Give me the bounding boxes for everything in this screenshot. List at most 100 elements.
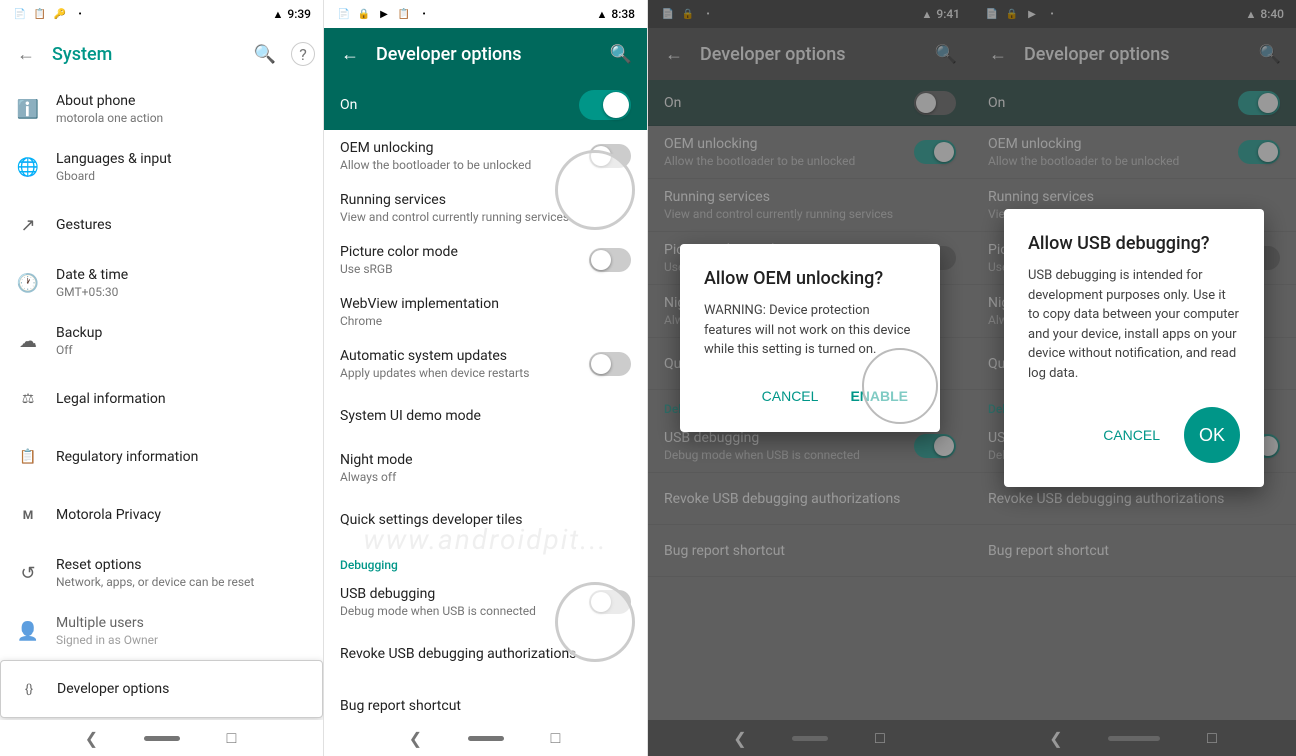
nav-bar-1: ❮ □ bbox=[0, 720, 323, 756]
users-title: Multiple users bbox=[56, 615, 307, 631]
datetime-text: Date & time GMT+05:30 bbox=[56, 267, 307, 299]
settings-item-motorola[interactable]: M Motorola Privacy bbox=[0, 486, 323, 544]
backup-icon: ☁ bbox=[16, 329, 40, 353]
legal-icon: ⚖ bbox=[16, 387, 40, 411]
dev-qs-title: Quick settings developer tiles bbox=[340, 512, 631, 528]
oem-circle-highlight bbox=[555, 150, 635, 230]
usb-ok-button[interactable]: OK bbox=[1184, 407, 1240, 463]
nav-back-2[interactable]: ❮ bbox=[404, 726, 428, 750]
status-right: ▲ 9:39 bbox=[272, 7, 311, 21]
back-icon-2[interactable]: ← bbox=[332, 36, 368, 72]
settings-item-datetime[interactable]: 🕐 Date & time GMT+05:30 bbox=[0, 254, 323, 312]
dev-on-text: On bbox=[340, 97, 571, 113]
settings-item-reset[interactable]: ↺ Reset options Network, apps, or device… bbox=[0, 544, 323, 602]
usb-cancel-button[interactable]: Cancel bbox=[1095, 423, 1168, 447]
usb-circle-highlight bbox=[555, 582, 635, 662]
regulatory-icon: 📋 bbox=[16, 445, 40, 469]
dev-auto-toggle[interactable] bbox=[589, 352, 631, 376]
settings-item-language[interactable]: 🌐 Languages & input Gboard bbox=[0, 138, 323, 196]
oem-dialog: Allow OEM unlocking? WARNING: Device pro… bbox=[680, 244, 940, 432]
users-text: Multiple users Signed in as Owner bbox=[56, 615, 307, 647]
key-icon: 🔑 bbox=[52, 6, 68, 22]
usb-dialog-overlay: Allow USB debugging? USB debugging is in… bbox=[972, 0, 1296, 756]
dev-picture-toggle[interactable] bbox=[589, 248, 631, 272]
dev-demo-title: System UI demo mode bbox=[340, 408, 631, 424]
dev-item-night[interactable]: Night mode Always off bbox=[324, 442, 647, 494]
dev-item-demo[interactable]: System UI demo mode bbox=[324, 390, 647, 442]
search-icon[interactable]: 🔍 bbox=[247, 36, 283, 72]
dev-usb-title: USB debugging bbox=[340, 586, 581, 602]
dev-night-text: Night mode Always off bbox=[340, 452, 631, 484]
dev-on-label: On bbox=[340, 97, 571, 113]
panel-developer-usb: 📄 🔒 ▶ • ▲ 8:40 ← Developer options 🔍 On … bbox=[972, 0, 1296, 756]
back-icon[interactable]: ← bbox=[8, 36, 44, 72]
developer-text: Developer options bbox=[57, 681, 306, 697]
status-left-2: 📄 🔒 ▶ 📋 • bbox=[336, 6, 432, 22]
reset-text: Reset options Network, apps, or device c… bbox=[56, 557, 307, 589]
status-icons-left: 📄 📋 🔑 • bbox=[12, 6, 88, 22]
file-icon: 📄 bbox=[12, 6, 28, 22]
motorola-icon: M bbox=[16, 503, 40, 527]
app-title-2: Developer options bbox=[376, 44, 595, 65]
settings-item-gestures[interactable]: ↗ Gestures bbox=[0, 196, 323, 254]
nav-recent-2[interactable]: □ bbox=[544, 726, 568, 750]
dev-bug-text: Bug report shortcut bbox=[340, 698, 631, 714]
dev-webview-title: WebView implementation bbox=[340, 296, 631, 312]
dev-picture-text: Picture color mode Use sRGB bbox=[340, 244, 581, 276]
dev-on-knob bbox=[603, 92, 629, 118]
datetime-icon: 🕐 bbox=[16, 271, 40, 295]
file2-icon: 📋 bbox=[32, 6, 48, 22]
app-bar-system: ← System 🔍 ? bbox=[0, 28, 323, 80]
motorola-text: Motorola Privacy bbox=[56, 507, 307, 523]
nav-back[interactable]: ❮ bbox=[80, 726, 104, 750]
dev-item-bug[interactable]: Bug report shortcut bbox=[324, 680, 647, 720]
nav-home-2 bbox=[468, 736, 504, 741]
lock-icon-2: 🔒 bbox=[356, 6, 372, 22]
dev-item-picture[interactable]: Picture color mode Use sRGB bbox=[324, 234, 647, 286]
dev-bug-title: Bug report shortcut bbox=[340, 698, 631, 714]
help-icon[interactable]: ? bbox=[291, 42, 315, 66]
dev-on-row[interactable]: On bbox=[324, 80, 647, 130]
legal-title: Legal information bbox=[56, 391, 307, 407]
status-bar-2: 📄 🔒 ▶ 📋 • ▲ 8:38 bbox=[324, 0, 647, 28]
dot-icon: • bbox=[72, 6, 88, 22]
time-display-2: 8:38 bbox=[611, 7, 635, 21]
wifi-icon: ▲ bbox=[272, 8, 283, 21]
language-title: Languages & input bbox=[56, 151, 307, 167]
dev-item-quicksettings[interactable]: Quick settings developer tiles bbox=[324, 494, 647, 546]
developer-icon: {} bbox=[17, 677, 41, 701]
nav-recent[interactable]: □ bbox=[220, 726, 244, 750]
settings-item-regulatory[interactable]: 📋 Regulatory information bbox=[0, 428, 323, 486]
oem-cancel-button[interactable]: Cancel bbox=[754, 384, 827, 408]
enable-circle bbox=[862, 348, 938, 424]
reset-icon: ↺ bbox=[16, 561, 40, 585]
datetime-title: Date & time bbox=[56, 267, 307, 283]
oem-dialog-overlay: Allow OEM unlocking? WARNING: Device pro… bbox=[648, 0, 972, 756]
datetime-subtitle: GMT+05:30 bbox=[56, 285, 307, 299]
reset-title: Reset options bbox=[56, 557, 307, 573]
about-subtitle: motorola one action bbox=[56, 111, 307, 125]
usb-dialog-body: USB debugging is intended for developmen… bbox=[1028, 266, 1240, 383]
settings-item-legal[interactable]: ⚖ Legal information bbox=[0, 370, 323, 428]
dev-auto-knob bbox=[591, 354, 611, 374]
debug-section: Debugging bbox=[324, 546, 647, 576]
dev-oem-subtitle: Allow the bootloader to be unlocked bbox=[340, 158, 581, 172]
dev-item-webview[interactable]: WebView implementation Chrome bbox=[324, 286, 647, 338]
dev-qs-text: Quick settings developer tiles bbox=[340, 512, 631, 528]
settings-item-users[interactable]: 👤 Multiple users Signed in as Owner bbox=[0, 602, 323, 660]
dev-on-toggle[interactable] bbox=[579, 90, 631, 120]
settings-item-sysupdate[interactable]: 📱 System updates Updated to Android 9 bbox=[0, 718, 323, 720]
settings-item-developer[interactable]: {} Developer options bbox=[0, 660, 323, 718]
status-bar-1: 📄 📋 🔑 • ▲ 9:39 bbox=[0, 0, 323, 28]
reset-subtitle: Network, apps, or device can be reset bbox=[56, 575, 307, 589]
dev-item-auto-updates[interactable]: Automatic system updates Apply updates w… bbox=[324, 338, 647, 390]
panel-developer: 📄 🔒 ▶ 📋 • ▲ 8:38 ← Developer options 🔍 O… bbox=[324, 0, 648, 756]
search-icon-2[interactable]: 🔍 bbox=[603, 36, 639, 72]
file3-icon: 📋 bbox=[396, 6, 412, 22]
settings-item-about[interactable]: ℹ️ About phone motorola one action bbox=[0, 80, 323, 138]
usb-dialog-title: Allow USB debugging? bbox=[1028, 233, 1240, 254]
regulatory-title: Regulatory information bbox=[56, 449, 307, 465]
about-icon: ℹ️ bbox=[16, 97, 40, 121]
settings-item-backup[interactable]: ☁ Backup Off bbox=[0, 312, 323, 370]
dev-auto-subtitle: Apply updates when device restarts bbox=[340, 366, 581, 380]
